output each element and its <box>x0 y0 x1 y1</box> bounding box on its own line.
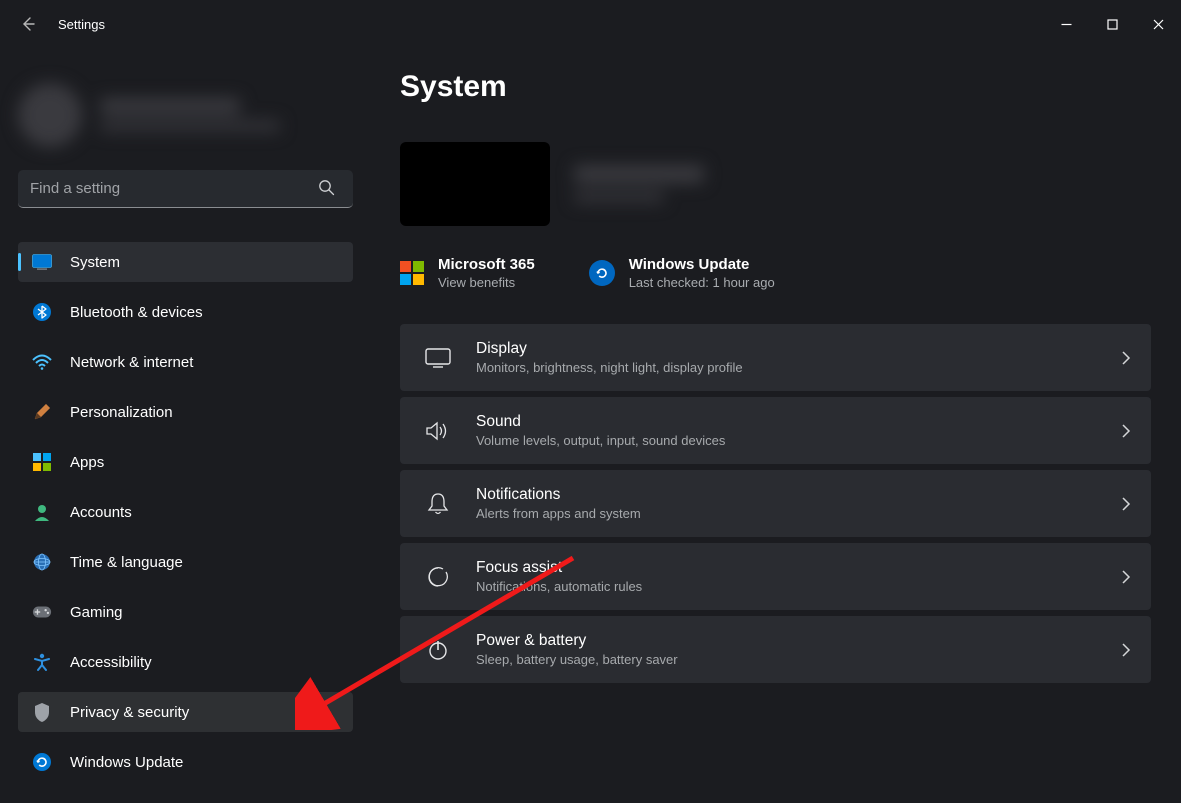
nav-label: Network & internet <box>70 354 193 371</box>
bluetooth-icon <box>32 302 52 322</box>
profile-block[interactable] <box>18 70 353 160</box>
card-display[interactable]: Display Monitors, brightness, night ligh… <box>400 324 1151 391</box>
wu-sub: Last checked: 1 hour ago <box>629 275 775 290</box>
nav-item-bluetooth[interactable]: Bluetooth & devices <box>18 292 353 332</box>
wu-title: Windows Update <box>629 256 775 273</box>
nav-label: Privacy & security <box>70 704 189 721</box>
card-notifications[interactable]: Notifications Alerts from apps and syste… <box>400 470 1151 537</box>
nav-item-gaming[interactable]: Gaming <box>18 592 353 632</box>
card-focus-assist[interactable]: Focus assist Notifications, automatic ru… <box>400 543 1151 610</box>
card-sub: Sleep, battery usage, battery saver <box>476 652 1097 667</box>
search-icon <box>318 179 335 196</box>
card-sound[interactable]: Sound Volume levels, output, input, soun… <box>400 397 1151 464</box>
main-pane: System Microsoft 365 View benefits Wi <box>400 60 1151 803</box>
nav-label: Bluetooth & devices <box>70 304 203 321</box>
chevron-right-icon <box>1121 642 1131 658</box>
accessibility-icon <box>32 652 52 672</box>
nav-item-network[interactable]: Network & internet <box>18 342 353 382</box>
chevron-right-icon <box>1121 496 1131 512</box>
accounts-icon <box>32 502 52 522</box>
nav-label: Windows Update <box>70 754 183 771</box>
search-input[interactable] <box>18 170 353 208</box>
service-windows-update[interactable]: Windows Update Last checked: 1 hour ago <box>589 256 775 290</box>
apps-icon <box>32 452 52 472</box>
notifications-icon <box>424 490 452 518</box>
titlebar: Settings <box>0 0 1181 48</box>
maximize-button[interactable] <box>1089 8 1135 40</box>
back-arrow-icon <box>20 16 36 32</box>
display-icon <box>424 344 452 372</box>
nav-item-windows-update[interactable]: Windows Update <box>18 742 353 782</box>
card-title: Sound <box>476 413 1097 431</box>
nav-label: Gaming <box>70 604 123 621</box>
sound-icon <box>424 417 452 445</box>
card-sub: Alerts from apps and system <box>476 506 1097 521</box>
chevron-right-icon <box>1121 350 1131 366</box>
nav-item-personalization[interactable]: Personalization <box>18 392 353 432</box>
page-title: System <box>400 70 1151 104</box>
nav-label: Apps <box>70 454 104 471</box>
network-icon <box>32 352 52 372</box>
minimize-icon <box>1061 19 1072 30</box>
card-sub: Notifications, automatic rules <box>476 579 1097 594</box>
settings-window: Settings System <box>0 0 1181 803</box>
nav-item-accessibility[interactable]: Accessibility <box>18 642 353 682</box>
card-title: Display <box>476 340 1097 358</box>
maximize-icon <box>1107 19 1118 30</box>
device-thumbnail <box>400 142 550 226</box>
app-title: Settings <box>58 17 105 32</box>
nav-label: Accounts <box>70 504 132 521</box>
chevron-right-icon <box>1121 423 1131 439</box>
service-row: Microsoft 365 View benefits Windows Upda… <box>400 256 1151 290</box>
nav-item-privacy-security[interactable]: Privacy & security <box>18 692 353 732</box>
window-controls <box>1043 8 1181 40</box>
update-icon <box>32 752 52 772</box>
nav-label: Personalization <box>70 404 173 421</box>
card-power-battery[interactable]: Power & battery Sleep, battery usage, ba… <box>400 616 1151 683</box>
nav-item-accounts[interactable]: Accounts <box>18 492 353 532</box>
m365-sub: View benefits <box>438 275 535 290</box>
card-sub: Monitors, brightness, night light, displ… <box>476 360 1097 375</box>
left-pane: System Bluetooth & devices Network & int… <box>0 48 365 803</box>
personalization-icon <box>32 402 52 422</box>
privacy-icon <box>32 702 52 722</box>
card-sub: Volume levels, output, input, sound devi… <box>476 433 1097 448</box>
system-icon <box>32 252 52 272</box>
gaming-icon <box>32 602 52 622</box>
card-title: Notifications <box>476 486 1097 504</box>
device-info <box>400 142 1151 226</box>
windows-update-icon <box>589 260 615 286</box>
nav-item-system[interactable]: System <box>18 242 353 282</box>
minimize-button[interactable] <box>1043 8 1089 40</box>
avatar <box>18 83 82 147</box>
service-microsoft-365[interactable]: Microsoft 365 View benefits <box>400 256 535 290</box>
search-wrap <box>18 170 353 208</box>
nav-item-time-language[interactable]: Time & language <box>18 542 353 582</box>
time-language-icon <box>32 552 52 572</box>
profile-text <box>100 98 280 132</box>
close-button[interactable] <box>1135 8 1181 40</box>
titlebar-left: Settings <box>16 12 105 36</box>
nav-label: Time & language <box>70 554 183 571</box>
power-icon <box>424 636 452 664</box>
card-title: Focus assist <box>476 559 1097 577</box>
nav-item-apps[interactable]: Apps <box>18 442 353 482</box>
microsoft-logo-icon <box>400 261 424 285</box>
settings-cards: Display Monitors, brightness, night ligh… <box>400 324 1151 683</box>
device-text <box>574 165 704 203</box>
chevron-right-icon <box>1121 569 1131 585</box>
back-button[interactable] <box>16 12 40 36</box>
close-icon <box>1153 19 1164 30</box>
nav-label: Accessibility <box>70 654 152 671</box>
m365-title: Microsoft 365 <box>438 256 535 273</box>
nav-list: System Bluetooth & devices Network & int… <box>18 242 353 792</box>
nav-label: System <box>70 254 120 271</box>
card-title: Power & battery <box>476 632 1097 650</box>
focus-assist-icon <box>424 563 452 591</box>
